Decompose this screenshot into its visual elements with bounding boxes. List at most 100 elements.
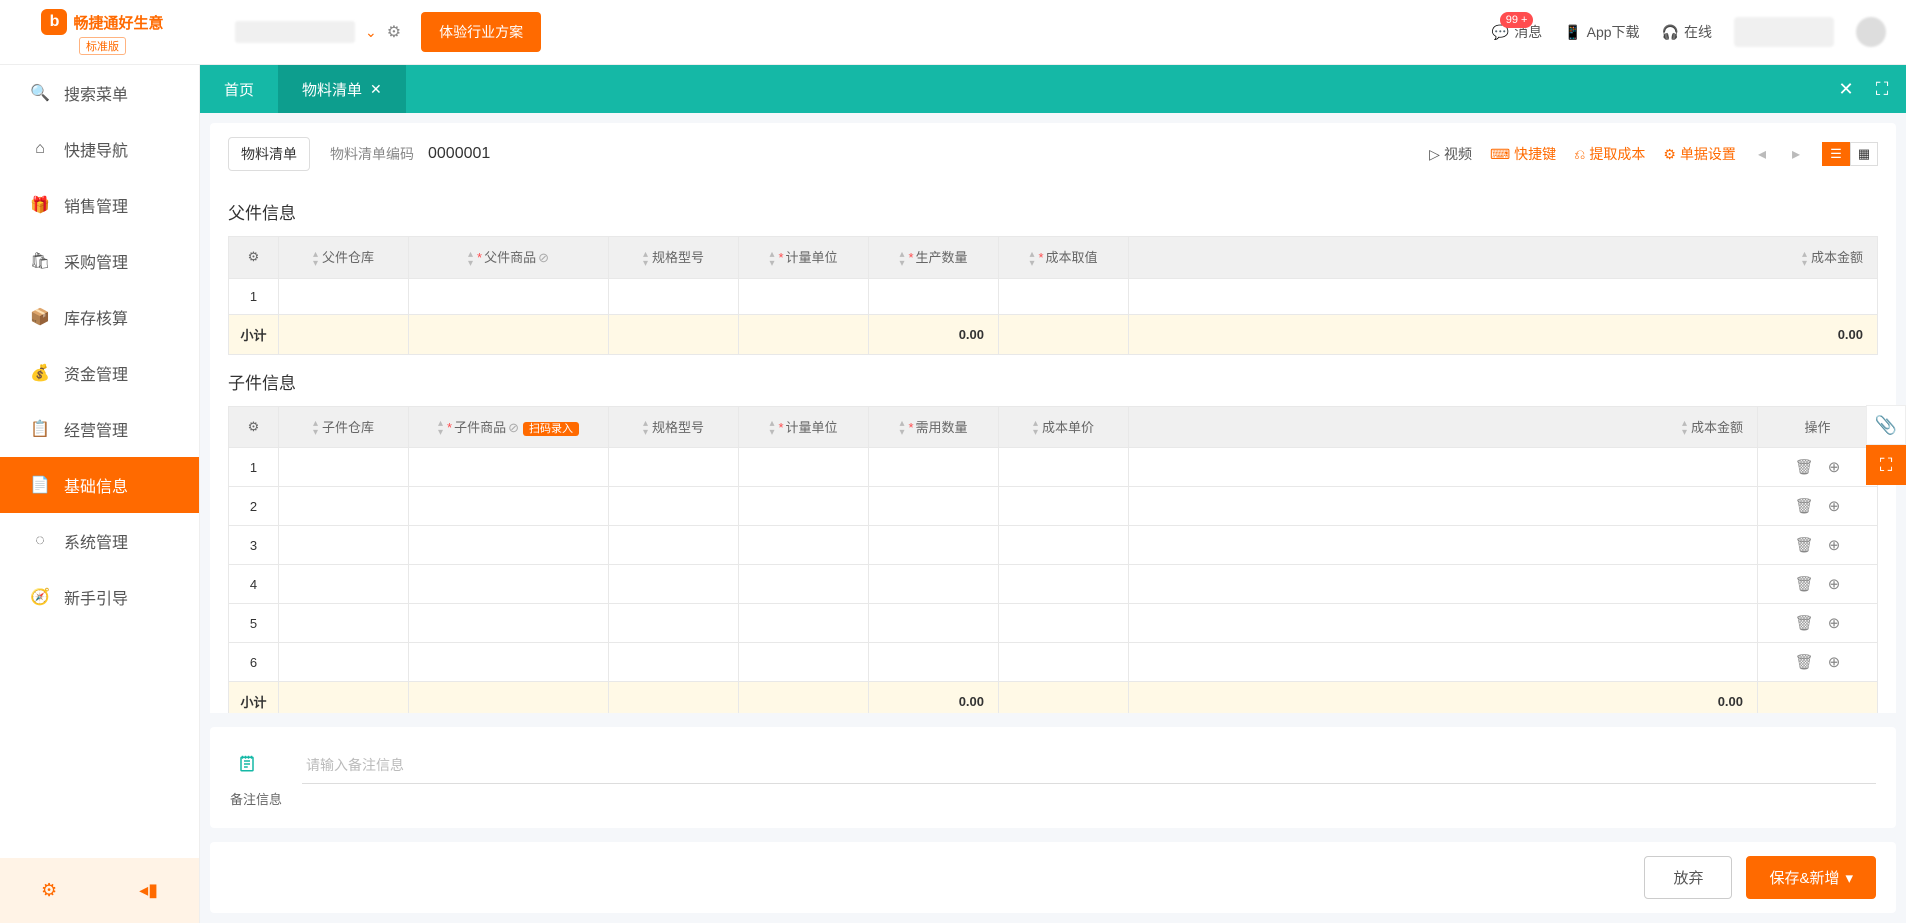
sidebar-item-search-menu[interactable]: 🔍搜索菜单 xyxy=(0,65,199,121)
video-action[interactable]: ▷视频 xyxy=(1429,144,1472,164)
add-icon[interactable]: ⊕ xyxy=(1828,536,1841,554)
view-list-icon[interactable]: ☰ xyxy=(1822,142,1850,166)
child-spec-header[interactable]: ▴▾规格型号 xyxy=(609,406,739,448)
masked-avatar[interactable] xyxy=(1856,17,1886,47)
sidebar-item-business[interactable]: 📋经营管理 xyxy=(0,401,199,457)
help-icon[interactable]: ⊘ xyxy=(508,420,519,435)
add-icon[interactable]: ⊕ xyxy=(1828,614,1841,632)
sidebar-item-label: 资金管理 xyxy=(64,361,128,385)
gear-col-header[interactable]: ⚙ xyxy=(229,406,279,448)
fullscreen-icon[interactable]: ⛶ xyxy=(1868,75,1896,103)
delete-icon[interactable]: 🗑 xyxy=(1795,614,1814,632)
doc-settings-action[interactable]: ⚙单据设置 xyxy=(1663,144,1736,164)
child-unit-cost-header[interactable]: ▴▾成本单价 xyxy=(999,406,1129,448)
attachment-icon[interactable]: 📎 xyxy=(1866,405,1906,445)
sidebar-item-guide[interactable]: 🧭新手引导 xyxy=(0,569,199,625)
shortcut-action[interactable]: ⌨快捷键 xyxy=(1490,144,1556,164)
app-download-action[interactable]: 📱 App下载 xyxy=(1564,22,1639,42)
child-qty-header[interactable]: ▴▾*需用数量 xyxy=(869,406,999,448)
child-product-header[interactable]: ▴▾*子件商品⊘扫码录入 xyxy=(409,406,609,448)
child-subtotal-amount: 0.00 xyxy=(1129,682,1758,713)
scan-badge[interactable]: 扫码录入 xyxy=(523,422,579,436)
next-arrow-icon[interactable]: ▸ xyxy=(1788,144,1804,164)
sidebar-item-label: 经营管理 xyxy=(64,417,128,441)
chevron-down-icon: ▾ xyxy=(1845,869,1853,887)
content-tab-bom[interactable]: 物料清单 xyxy=(228,137,310,171)
child-row[interactable]: 6 🗑 ⊕ xyxy=(229,643,1878,682)
child-row[interactable]: 2 🗑 ⊕ xyxy=(229,487,1878,526)
prev-arrow-icon[interactable]: ◂ xyxy=(1754,144,1770,164)
experience-button[interactable]: 体验行业方案 xyxy=(421,12,541,52)
child-row[interactable]: 5 🗑 ⊕ xyxy=(229,604,1878,643)
parent-product-header[interactable]: ▴▾*父件商品⊘ xyxy=(409,237,609,279)
side-tools: 📎 ⛶ xyxy=(1866,405,1906,485)
parent-table: ⚙ ▴▾父件仓库 ▴▾*父件商品⊘ ▴▾规格型号 ▴▾*计量单位 ▴▾*生产数量… xyxy=(228,236,1878,355)
sidebar-item-finance[interactable]: 💰资金管理 xyxy=(0,345,199,401)
content-body: 父件信息 ⚙ ▴▾父件仓库 ▴▾*父件商品⊘ ▴▾规格型号 ▴▾*计量单位 ▴▾… xyxy=(210,185,1896,713)
gear-col-header[interactable]: ⚙ xyxy=(229,237,279,279)
child-unit-header[interactable]: ▴▾*计量单位 xyxy=(739,406,869,448)
delete-icon[interactable]: 🗑 xyxy=(1795,458,1814,476)
sidebar-item-sales[interactable]: 🎁 销售管理 xyxy=(0,177,199,233)
sidebar-item-inventory[interactable]: 📦库存核算 xyxy=(0,289,199,345)
gear-icon: ⚙ xyxy=(248,249,260,264)
company-selector[interactable]: ⌄ ⚙ xyxy=(235,21,401,43)
delete-icon[interactable]: 🗑 xyxy=(1795,536,1814,554)
add-icon[interactable]: ⊕ xyxy=(1828,497,1841,515)
sidebar-item-label: 销售管理 xyxy=(64,193,128,217)
child-cost-amount-header[interactable]: ▴▾成本金额 xyxy=(1129,406,1758,448)
extract-icon: ⎌ xyxy=(1574,146,1585,163)
gift-icon: 🎁 xyxy=(30,195,50,215)
discard-button[interactable]: 放弃 xyxy=(1644,856,1732,899)
tab-close-icon[interactable]: ✕ xyxy=(370,81,382,98)
settings-icon[interactable]: ⚙ xyxy=(41,880,57,901)
bag-icon: 🛍 xyxy=(30,251,50,271)
sidebar-item-quick-nav[interactable]: ⌂快捷导航 xyxy=(0,121,199,177)
main-area: 首页 物料清单 ✕ ✕ ⛶ 物料清单 物料清单编码 0000001 ▷视频 ⌨快… xyxy=(200,65,1906,923)
help-icon[interactable]: ⊘ xyxy=(538,250,549,265)
save-new-button[interactable]: 保存&新增 ▾ xyxy=(1746,856,1876,899)
expand-icon[interactable]: ⛶ xyxy=(1866,445,1906,485)
parent-qty-header[interactable]: ▴▾*生产数量 xyxy=(869,237,999,279)
collapse-icon[interactable]: ◂▮ xyxy=(139,880,158,901)
row-index: 3 xyxy=(229,526,279,565)
view-grid-icon[interactable]: ▦ xyxy=(1850,142,1878,166)
logo-icon: b xyxy=(41,9,67,35)
delete-icon[interactable]: 🗑 xyxy=(1795,653,1814,671)
delete-icon[interactable]: 🗑 xyxy=(1795,575,1814,593)
online-support-action[interactable]: 🎧 在线 xyxy=(1662,22,1712,42)
row-index: 2 xyxy=(229,487,279,526)
child-warehouse-header[interactable]: ▴▾子件仓库 xyxy=(279,406,409,448)
tab-home[interactable]: 首页 xyxy=(200,65,278,113)
messages-action[interactable]: 99 + 💬 消息 xyxy=(1492,22,1542,42)
sidebar-item-base-info[interactable]: 📄基础信息 xyxy=(0,457,199,513)
delete-icon[interactable]: 🗑 xyxy=(1795,497,1814,515)
parent-spec-header[interactable]: ▴▾规格型号 xyxy=(609,237,739,279)
logo-text: 畅捷通好生意 xyxy=(73,12,163,33)
sidebar-item-label: 新手引导 xyxy=(64,585,128,609)
parent-row[interactable]: 1 xyxy=(229,278,1878,314)
child-row[interactable]: 1🗑⊕ xyxy=(229,448,1878,487)
parent-unit-header[interactable]: ▴▾*计量单位 xyxy=(739,237,869,279)
parent-section-title: 父件信息 xyxy=(228,185,1878,236)
parent-cost-method-header[interactable]: ▴▾*成本取值 xyxy=(999,237,1129,279)
gear-icon: ⚙ xyxy=(248,419,260,434)
remarks-section: 备注信息 xyxy=(210,727,1896,828)
sidebar-item-system[interactable]: ◌系统管理 xyxy=(0,513,199,569)
extract-cost-action[interactable]: ⎌提取成本 xyxy=(1574,144,1645,164)
sidebar-item-purchase[interactable]: 🛍采购管理 xyxy=(0,233,199,289)
tab-bom[interactable]: 物料清单 ✕ xyxy=(278,65,406,113)
company-settings-icon[interactable]: ⚙ xyxy=(387,22,401,42)
code-label: 物料清单编码 xyxy=(330,144,414,164)
parent-warehouse-header[interactable]: ▴▾父件仓库 xyxy=(279,237,409,279)
add-icon[interactable]: ⊕ xyxy=(1828,575,1841,593)
child-row[interactable]: 3 🗑 ⊕ xyxy=(229,526,1878,565)
remarks-input[interactable] xyxy=(302,747,1876,784)
parent-cost-amount-header[interactable]: ▴▾成本金额 xyxy=(1129,237,1878,279)
row-index: 5 xyxy=(229,604,279,643)
add-icon[interactable]: ⊕ xyxy=(1828,653,1841,671)
row-index: 6 xyxy=(229,643,279,682)
add-icon[interactable]: ⊕ xyxy=(1828,458,1841,476)
child-row[interactable]: 4🗑⊕ xyxy=(229,565,1878,604)
close-all-tabs-icon[interactable]: ✕ xyxy=(1832,75,1860,103)
